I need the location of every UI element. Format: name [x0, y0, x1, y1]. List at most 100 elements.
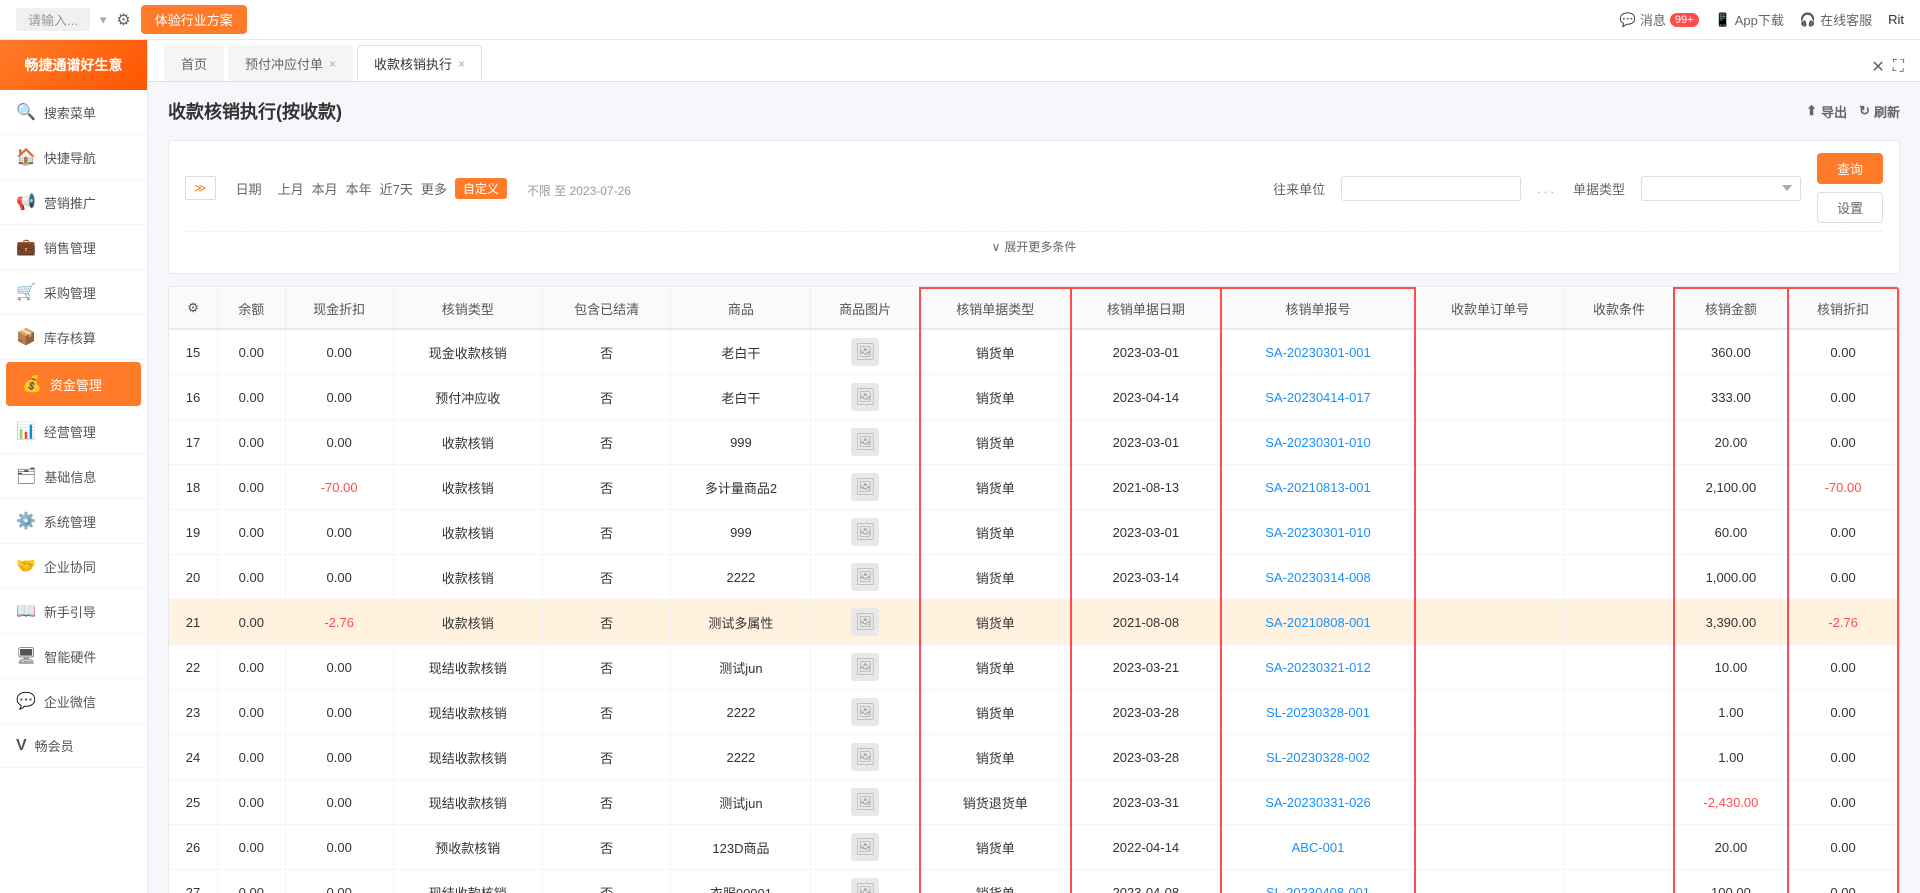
date-this-month[interactable]: 本月 [312, 179, 338, 198]
sidebar: 畅捷通谱好生意 🔍 搜索菜单 🏠 快捷导航 📢 营销推广 💼 销售管理 🛒 采购… [0, 40, 148, 893]
sidebar-item-system[interactable]: ⚙️ 系统管理 [0, 499, 147, 544]
hardware-icon: 🖥 [16, 646, 36, 666]
date-custom-button[interactable]: 自定义 [455, 178, 507, 199]
dropdown-arrow-icon[interactable]: ▾ [100, 12, 107, 28]
cancel-slip-no-link[interactable]: SA-20230414-017 [1265, 390, 1371, 405]
tab-prepay-label: 预付冲应付单 [245, 54, 323, 73]
table-row: 18 0.00 -70.00 收款核销 否 多计量商品2 🖼 销货单 2021-… [169, 465, 1898, 510]
row-cancel-slip-type: 销货单 [920, 420, 1071, 465]
online-service-link[interactable]: 🎧 在线客服 [1800, 10, 1872, 29]
sidebar-item-management[interactable]: 📊 经营管理 [0, 409, 147, 454]
cancel-slip-no-link[interactable]: SA-20230301-010 [1265, 435, 1371, 450]
sidebar-item-hardware[interactable]: 🖥 智能硬件 [0, 634, 147, 679]
gear-icon[interactable]: ⚙ [116, 10, 130, 30]
row-cancel-slip-no: SL-20230408-001 [1221, 870, 1415, 893]
top-bar: 请输入... ▾ ⚙ 体验行业方案 💬 消息 99+ 📱 App下载 🎧 在线客… [0, 0, 1920, 40]
query-button[interactable]: 查询 [1817, 153, 1883, 184]
row-balance: 0.00 [218, 735, 285, 780]
close-window-icon[interactable]: ✕ [1871, 57, 1884, 77]
col-goods-header: 商品 [671, 288, 811, 329]
tab-home[interactable]: 首页 [164, 45, 224, 81]
newbie-icon: 📖 [16, 601, 36, 621]
from-unit-input[interactable] [1341, 176, 1521, 201]
tab-receipt-cancel[interactable]: 收款核销执行 × [357, 45, 482, 81]
maximize-icon[interactable]: ⛶ [1893, 58, 1904, 76]
cancel-slip-no-link[interactable]: SL-20230328-001 [1266, 705, 1370, 720]
row-receipt-condition [1565, 645, 1674, 690]
sidebar-item-member[interactable]: V 畅会员 [0, 724, 147, 768]
tab-prepay[interactable]: 预付冲应付单 × [228, 45, 353, 81]
row-goods: 2222 [671, 690, 811, 735]
slip-type-select[interactable] [1641, 176, 1801, 201]
search-placeholder[interactable]: 请输入... [16, 8, 90, 31]
row-cancel-slip-date: 2022-04-14 [1071, 825, 1222, 870]
row-cancel-type: 收款核销 [393, 510, 542, 555]
sidebar-item-search[interactable]: 🔍 搜索菜单 [0, 90, 147, 135]
row-cancel-discount: 0.00 [1788, 870, 1898, 893]
row-receipt-condition [1565, 555, 1674, 600]
table-row: 15 0.00 0.00 现金收款核销 否 老白干 🖼 销货单 2023-03-… [169, 329, 1898, 375]
setting-button[interactable]: 设置 [1817, 192, 1883, 223]
sidebar-item-sales[interactable]: 💼 销售管理 [0, 225, 147, 270]
purchase-icon: 🛒 [16, 282, 36, 302]
row-receipt-condition [1565, 780, 1674, 825]
cancel-slip-no-link[interactable]: SL-20230408-001 [1266, 885, 1370, 893]
home-icon: 🏠 [16, 147, 36, 167]
cancel-slip-no-link[interactable]: SA-20230321-012 [1265, 660, 1371, 675]
date-filter-options: 上月 本月 本年 近7天 更多 自定义 [278, 178, 507, 199]
industry-solution-button[interactable]: 体验行业方案 [141, 5, 247, 34]
date-last-7days[interactable]: 近7天 [380, 179, 413, 198]
sidebar-item-newbie[interactable]: 📖 新手引导 [0, 589, 147, 634]
cancel-slip-no-link[interactable]: SA-20230314-008 [1265, 570, 1371, 585]
row-cancel-type: 现结收款核销 [393, 690, 542, 735]
expand-more-icon: ∨ [992, 240, 1001, 254]
app-download-link[interactable]: 📱 App下载 [1715, 10, 1784, 29]
row-cancel-slip-date: 2023-03-01 [1071, 510, 1222, 555]
row-cancel-slip-type: 销货单 [920, 645, 1071, 690]
row-cancel-amount: 3,390.00 [1674, 600, 1788, 645]
col-cancel-amount-header: 核销金额 [1674, 288, 1788, 329]
message-area[interactable]: 💬 消息 99+ [1620, 10, 1699, 29]
sidebar-item-marketing[interactable]: 📢 营销推广 [0, 180, 147, 225]
row-cash-discount: 0.00 [285, 420, 393, 465]
sidebar-item-purchase[interactable]: 🛒 采购管理 [0, 270, 147, 315]
row-receipt-condition [1565, 375, 1674, 420]
row-included: 否 [542, 870, 671, 893]
row-balance: 0.00 [218, 825, 285, 870]
filter-expand-button[interactable]: ≫ [185, 176, 216, 200]
col-cancel-slip-type-header: 核销单据类型 [920, 288, 1071, 329]
tab-receipt-cancel-close-icon[interactable]: × [458, 57, 465, 71]
cancel-slip-no-link[interactable]: SA-20210813-001 [1265, 480, 1371, 495]
sidebar-item-finance[interactable]: 💰 资金管理 [6, 362, 141, 407]
sidebar-item-wechat[interactable]: 💬 企业微信 [0, 679, 147, 724]
user-name[interactable]: Rit [1888, 12, 1904, 27]
row-id: 18 [169, 465, 218, 510]
expand-more-conditions[interactable]: ∨ 展开更多条件 [185, 231, 1883, 261]
cancel-slip-no-link[interactable]: SA-20210808-001 [1265, 615, 1371, 630]
refresh-button[interactable]: ↻ 刷新 [1859, 102, 1900, 121]
cancel-slip-no-link[interactable]: SA-20230301-001 [1265, 345, 1371, 360]
row-receipt-condition [1565, 510, 1674, 555]
date-range-display: 不限 至 2023-07-26 [527, 182, 631, 199]
sidebar-item-quick-nav[interactable]: 🏠 快捷导航 [0, 135, 147, 180]
tab-prepay-close-icon[interactable]: × [329, 57, 336, 71]
col-settings-header[interactable]: ⚙ [169, 288, 218, 329]
row-cancel-amount: 360.00 [1674, 329, 1788, 375]
date-more[interactable]: 更多 [421, 179, 447, 198]
row-receipt-order-no [1415, 825, 1565, 870]
cancel-slip-no-link[interactable]: SL-20230328-002 [1266, 750, 1370, 765]
sidebar-item-inventory[interactable]: 📦 库存核算 [0, 315, 147, 360]
row-cancel-amount: 60.00 [1674, 510, 1788, 555]
date-this-year[interactable]: 本年 [346, 179, 372, 198]
sidebar-item-basic-info[interactable]: 🗂 基础信息 [0, 454, 147, 499]
row-balance: 0.00 [218, 600, 285, 645]
sidebar-item-collab[interactable]: 🤝 企业协同 [0, 544, 147, 589]
cancel-slip-no-link[interactable]: SA-20230331-026 [1265, 795, 1371, 810]
cancel-slip-no-link[interactable]: ABC-001 [1292, 840, 1345, 855]
date-last-month[interactable]: 上月 [278, 179, 304, 198]
row-cancel-discount: -2.76 [1788, 600, 1898, 645]
row-cancel-discount: 0.00 [1788, 420, 1898, 465]
cancel-slip-no-link[interactable]: SA-20230301-010 [1265, 525, 1371, 540]
row-balance: 0.00 [218, 420, 285, 465]
export-button[interactable]: ⬆ 导出 [1806, 102, 1847, 121]
